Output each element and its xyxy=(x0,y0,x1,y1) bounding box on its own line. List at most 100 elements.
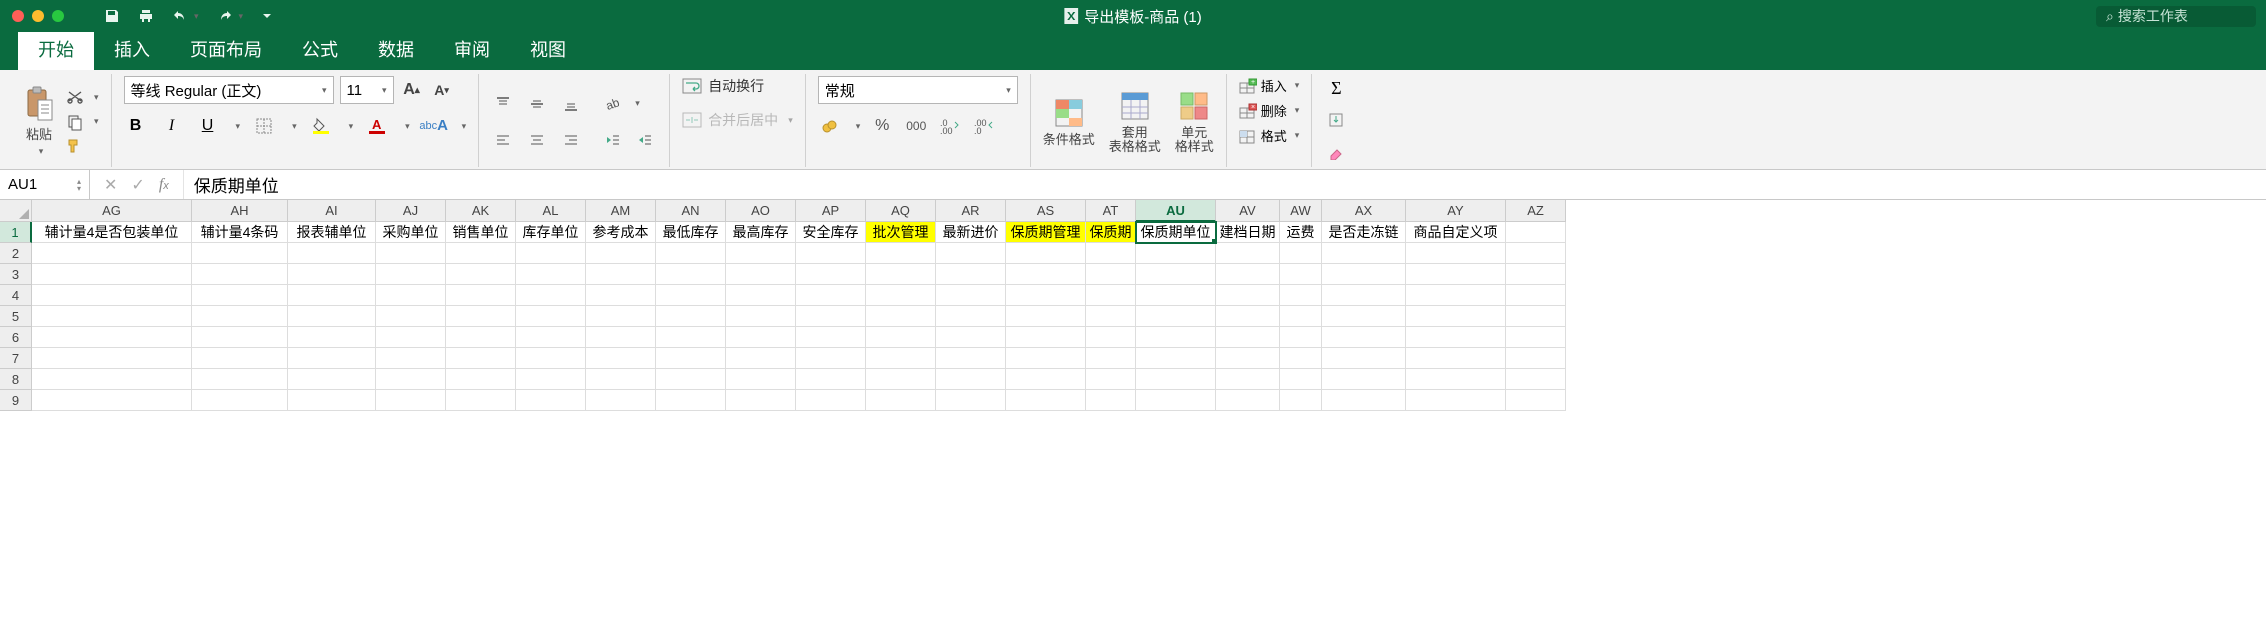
cell-AL4[interactable] xyxy=(516,285,586,306)
cell-AP9[interactable] xyxy=(796,390,866,411)
cell-AJ7[interactable] xyxy=(376,348,446,369)
tab-数据[interactable]: 数据 xyxy=(358,28,434,70)
cell-AS3[interactable] xyxy=(1006,264,1086,285)
column-header-AL[interactable]: AL xyxy=(516,200,586,222)
cell-AK4[interactable] xyxy=(446,285,516,306)
row-header-7[interactable]: 7 xyxy=(0,348,32,369)
cell-AQ1[interactable]: 批次管理 xyxy=(866,222,936,243)
decrease-decimal-icon[interactable]: .00.0 xyxy=(972,114,996,138)
cell-AQ6[interactable] xyxy=(866,327,936,348)
cell-AJ5[interactable] xyxy=(376,306,446,327)
row-header-2[interactable]: 2 xyxy=(0,243,32,264)
cut-icon[interactable] xyxy=(66,89,84,107)
cell-AG8[interactable] xyxy=(32,369,192,390)
search-input[interactable] xyxy=(2118,8,2246,24)
cell-AZ8[interactable] xyxy=(1506,369,1566,390)
cell-AS1[interactable]: 保质期管理 xyxy=(1006,222,1086,243)
cell-AH8[interactable] xyxy=(192,369,288,390)
cell-AV1[interactable]: 建档日期 xyxy=(1216,222,1280,243)
cell-AK8[interactable] xyxy=(446,369,516,390)
cell-AY2[interactable] xyxy=(1406,243,1506,264)
cell-AR2[interactable] xyxy=(936,243,1006,264)
cell-AZ3[interactable] xyxy=(1506,264,1566,285)
cell-AV7[interactable] xyxy=(1216,348,1280,369)
cell-AW3[interactable] xyxy=(1280,264,1322,285)
align-bottom-icon[interactable] xyxy=(559,92,583,116)
font-size-select[interactable]: 11▾ xyxy=(340,76,394,104)
cell-AX8[interactable] xyxy=(1322,369,1406,390)
cell-AQ5[interactable] xyxy=(866,306,936,327)
column-header-AQ[interactable]: AQ xyxy=(866,200,936,222)
column-header-AM[interactable]: AM xyxy=(586,200,656,222)
cell-AG5[interactable] xyxy=(32,306,192,327)
cell-AJ3[interactable] xyxy=(376,264,446,285)
cell-AJ2[interactable] xyxy=(376,243,446,264)
column-header-AP[interactable]: AP xyxy=(796,200,866,222)
cell-AU3[interactable] xyxy=(1136,264,1216,285)
cell-AO8[interactable] xyxy=(726,369,796,390)
cell-AJ8[interactable] xyxy=(376,369,446,390)
cell-AM3[interactable] xyxy=(586,264,656,285)
cell-AN2[interactable] xyxy=(656,243,726,264)
cancel-formula-icon[interactable]: ✕ xyxy=(104,175,117,195)
cell-AT3[interactable] xyxy=(1086,264,1136,285)
cell-AH6[interactable] xyxy=(192,327,288,348)
cell-AM8[interactable] xyxy=(586,369,656,390)
cell-AY4[interactable] xyxy=(1406,285,1506,306)
search-sheet-box[interactable]: ⌕ xyxy=(2096,6,2256,27)
cell-AI8[interactable] xyxy=(288,369,376,390)
cell-AN9[interactable] xyxy=(656,390,726,411)
cell-AL5[interactable] xyxy=(516,306,586,327)
column-header-AJ[interactable]: AJ xyxy=(376,200,446,222)
align-center-icon[interactable] xyxy=(525,128,549,152)
cell-AT9[interactable] xyxy=(1086,390,1136,411)
cell-AR7[interactable] xyxy=(936,348,1006,369)
cell-AH2[interactable] xyxy=(192,243,288,264)
cell-AO7[interactable] xyxy=(726,348,796,369)
cell-AR4[interactable] xyxy=(936,285,1006,306)
cell-AN1[interactable]: 最低库存 xyxy=(656,222,726,243)
cell-AT7[interactable] xyxy=(1086,348,1136,369)
cell-AW1[interactable]: 运费 xyxy=(1280,222,1322,243)
cell-AI4[interactable] xyxy=(288,285,376,306)
cell-AT5[interactable] xyxy=(1086,306,1136,327)
cell-AY5[interactable] xyxy=(1406,306,1506,327)
cell-AS4[interactable] xyxy=(1006,285,1086,306)
cell-AM6[interactable] xyxy=(586,327,656,348)
cell-AI7[interactable] xyxy=(288,348,376,369)
cell-AN7[interactable] xyxy=(656,348,726,369)
cell-AI5[interactable] xyxy=(288,306,376,327)
cell-AU5[interactable] xyxy=(1136,306,1216,327)
cell-AT2[interactable] xyxy=(1086,243,1136,264)
cell-AX7[interactable] xyxy=(1322,348,1406,369)
cell-AI3[interactable] xyxy=(288,264,376,285)
cell-AP5[interactable] xyxy=(796,306,866,327)
column-header-AV[interactable]: AV xyxy=(1216,200,1280,222)
cell-AR1[interactable]: 最新进价 xyxy=(936,222,1006,243)
cell-AN3[interactable] xyxy=(656,264,726,285)
underline-button[interactable]: U xyxy=(196,114,220,138)
cell-AM7[interactable] xyxy=(586,348,656,369)
conditional-format-button[interactable]: 条件格式 xyxy=(1043,96,1095,147)
cell-AG1[interactable]: 辅计量4是否包装单位 xyxy=(32,222,192,243)
column-header-AH[interactable]: AH xyxy=(192,200,288,222)
comma-icon[interactable]: 000 xyxy=(904,114,928,138)
cell-AM2[interactable] xyxy=(586,243,656,264)
align-left-icon[interactable] xyxy=(491,128,515,152)
cell-AQ8[interactable] xyxy=(866,369,936,390)
cell-AY1[interactable]: 商品自定义项 xyxy=(1406,222,1506,243)
row-header-6[interactable]: 6 xyxy=(0,327,32,348)
align-middle-icon[interactable] xyxy=(525,92,549,116)
cell-AT6[interactable] xyxy=(1086,327,1136,348)
cell-AW5[interactable] xyxy=(1280,306,1322,327)
cell-AV5[interactable] xyxy=(1216,306,1280,327)
format-cells-button[interactable]: 格式▾ xyxy=(1239,126,1300,145)
cell-AL3[interactable] xyxy=(516,264,586,285)
cell-AJ4[interactable] xyxy=(376,285,446,306)
border-button[interactable] xyxy=(252,114,276,138)
cell-AY6[interactable] xyxy=(1406,327,1506,348)
align-top-icon[interactable] xyxy=(491,92,515,116)
row-header-8[interactable]: 8 xyxy=(0,369,32,390)
cell-AV4[interactable] xyxy=(1216,285,1280,306)
number-format-select[interactable]: 常规▾ xyxy=(818,76,1018,104)
